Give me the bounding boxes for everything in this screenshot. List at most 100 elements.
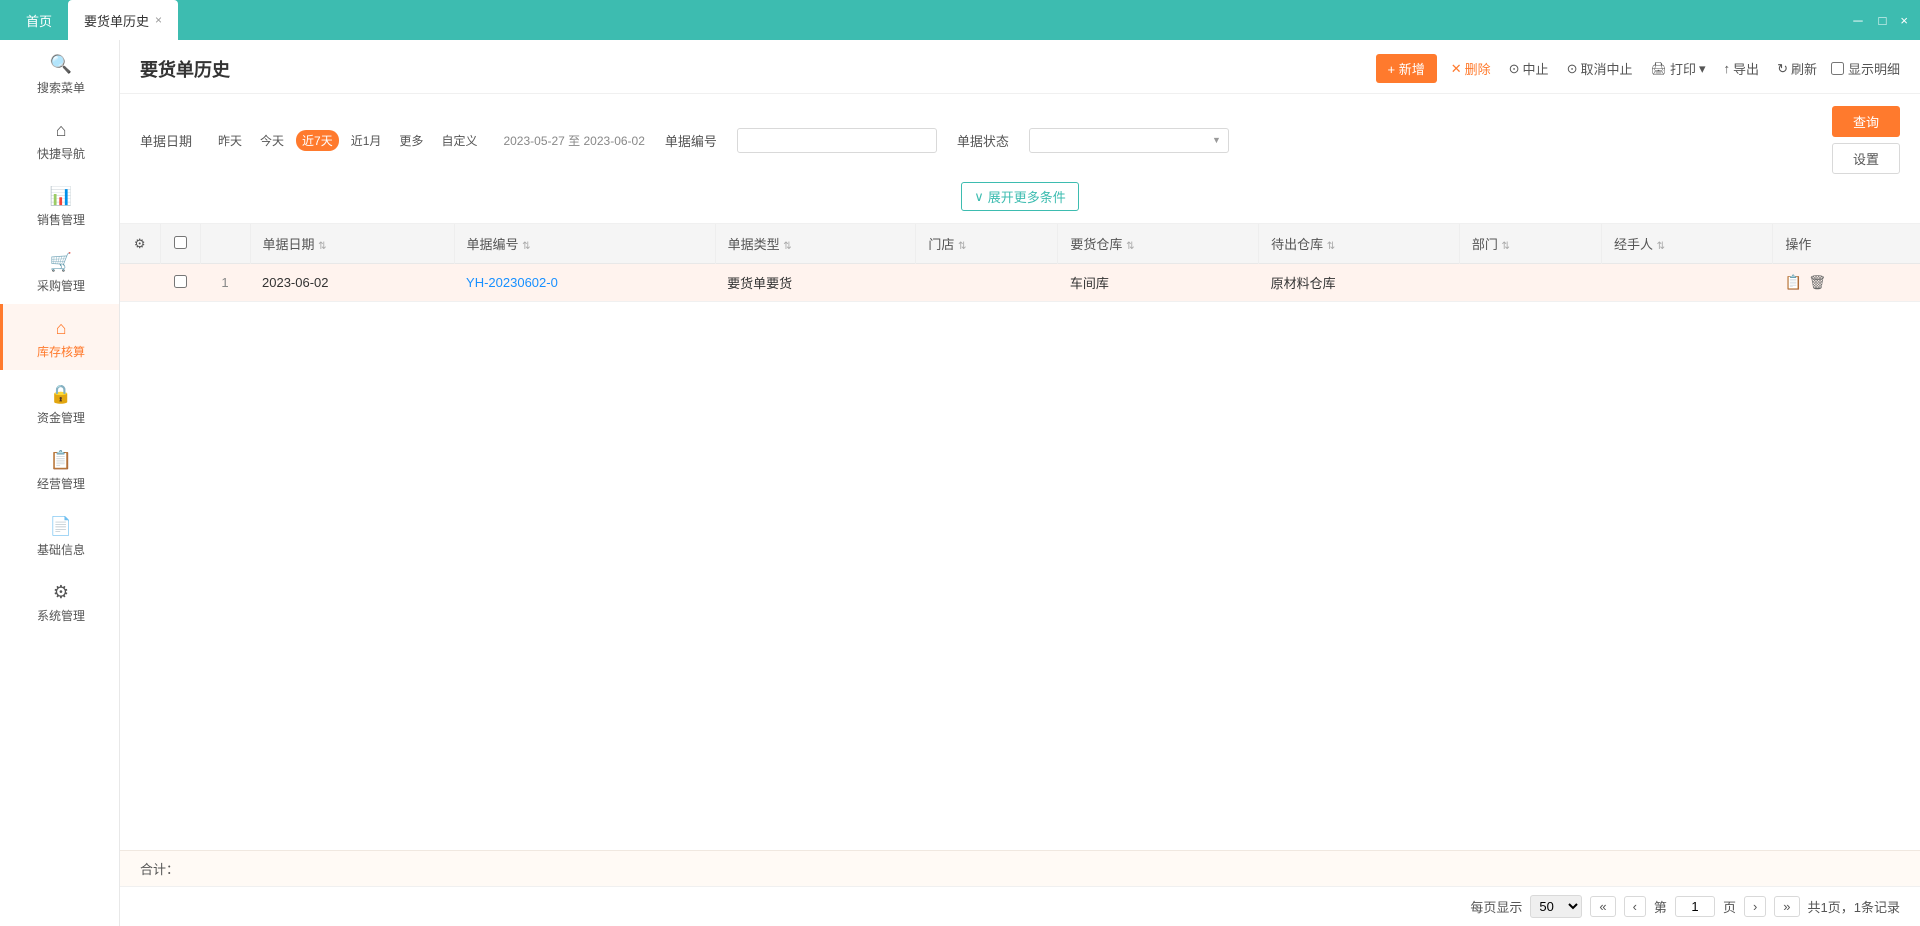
page-label: 第 [1654, 897, 1667, 916]
cancel-stop-icon: ⊙ [1567, 61, 1578, 77]
quick-nav-icon: ⌂ [56, 120, 67, 141]
next-page-button[interactable]: › [1744, 896, 1766, 917]
col-dept[interactable]: 部门 ⇅ [1459, 224, 1601, 264]
row-actions: 📋 🗑 [1773, 264, 1920, 302]
sidebar-item-sales-mgmt-label: 销售管理 [37, 211, 85, 228]
col-doc-no[interactable]: 单据编号 ⇅ [454, 224, 715, 264]
data-table: ⚙ 单据日期 ⇅ 单据编号 ⇅ [120, 224, 1920, 302]
doc-no-label: 单据编号 [665, 131, 717, 150]
col-handler[interactable]: 经手人 ⇅ [1601, 224, 1772, 264]
maximize-icon[interactable]: □ [1879, 13, 1887, 28]
col-req-warehouse[interactable]: 要货仓库 ⇅ [1058, 224, 1259, 264]
sidebar-item-system-mgmt[interactable]: ⚙ 系统管理 [0, 568, 119, 634]
doc-no-link[interactable]: YH-20230602-0 [466, 275, 558, 290]
sidebar-item-basic-info[interactable]: 📄 基础信息 [0, 502, 119, 568]
first-page-button[interactable]: « [1590, 896, 1615, 917]
last-page-button[interactable]: » [1774, 896, 1799, 917]
action-icons: 📋 🗑 [1785, 274, 1908, 291]
doc-no-input[interactable] [737, 128, 937, 153]
display-detail-checkbox-wrapper[interactable]: 显示明细 [1831, 59, 1900, 78]
delete-button[interactable]: ✕ 删除 [1447, 57, 1495, 80]
display-detail-label: 显示明细 [1848, 59, 1900, 78]
stop-button[interactable]: ⊙ 中止 [1505, 57, 1553, 80]
delete-action-icon[interactable]: 🗑 [1808, 274, 1826, 291]
col-wait-warehouse[interactable]: 待出仓库 ⇅ [1259, 224, 1460, 264]
print-button[interactable]: 🖨 打印 ▾ [1646, 57, 1709, 80]
page-unit-label: 页 [1723, 897, 1736, 916]
minimize-icon[interactable]: － [1852, 11, 1865, 30]
date-btn-custom[interactable]: 自定义 [435, 130, 483, 151]
home-tab-label: 首页 [26, 11, 52, 30]
col-checkbox [160, 224, 200, 264]
date-btn-1month[interactable]: 近1月 [345, 130, 388, 151]
top-bar: 首页 要货单历史 × － □ × [0, 0, 1920, 40]
date-btn-7days[interactable]: 近7天 [296, 130, 339, 151]
expand-more-icon: ∨ [974, 189, 984, 205]
sidebar-item-system-mgmt-label: 系统管理 [37, 607, 85, 624]
date-btn-today[interactable]: 今天 [254, 130, 290, 151]
refresh-button[interactable]: ↻ 刷新 [1773, 57, 1821, 80]
sum-label: 合计： [140, 862, 179, 877]
sort-doc-no-icon[interactable]: ⇅ [522, 241, 530, 252]
export-button[interactable]: ↑ 导出 [1720, 57, 1764, 80]
per-page-select[interactable]: 50 100 200 [1530, 895, 1582, 918]
sidebar-item-finance-mgmt[interactable]: 🔒 资金管理 [0, 370, 119, 436]
sort-doc-type-icon[interactable]: ⇅ [783, 241, 791, 252]
sidebar-item-ops-mgmt[interactable]: 📋 经营管理 [0, 436, 119, 502]
expand-more-button[interactable]: ∨ 展开更多条件 [961, 182, 1079, 211]
row-select-checkbox[interactable] [174, 275, 187, 288]
active-tab-label: 要货单历史 [84, 11, 149, 30]
close-window-icon[interactable]: × [1900, 13, 1908, 28]
refresh-icon: ↻ [1777, 61, 1788, 77]
sidebar-item-purchase-mgmt[interactable]: 🛒 采购管理 [0, 238, 119, 304]
page-title: 要货单历史 [140, 56, 230, 82]
col-doc-date[interactable]: 单据日期 ⇅ [250, 224, 454, 264]
sidebar-item-quick-nav[interactable]: ⌂ 快捷导航 [0, 106, 119, 172]
settings-button[interactable]: 设置 [1832, 143, 1900, 174]
top-bar-right: － □ × [1852, 11, 1920, 30]
home-tab[interactable]: 首页 [10, 0, 68, 40]
doc-status-select[interactable] [1029, 128, 1229, 153]
active-tab[interactable]: 要货单历史 × [68, 0, 178, 40]
new-button[interactable]: + 新增 [1376, 54, 1437, 83]
sort-dept-icon[interactable]: ⇅ [1502, 241, 1510, 252]
sales-mgmt-icon: 📊 [50, 186, 72, 207]
print-dropdown-icon[interactable]: ▾ [1699, 61, 1706, 77]
pagination: 每页显示 50 100 200 « ‹ 第 页 › » 共1页，1条记录 [120, 886, 1920, 926]
search-menu-icon: 🔍 [50, 54, 72, 75]
query-button[interactable]: 查询 [1832, 106, 1900, 137]
col-settings[interactable]: ⚙ [120, 224, 160, 264]
total-records-label: 共1页，1条记录 [1808, 897, 1900, 916]
sidebar-item-search-menu[interactable]: 🔍 搜索菜单 [0, 40, 119, 106]
date-range-display: 2023-05-27 至 2023-06-02 [503, 132, 644, 149]
sidebar-item-ops-mgmt-label: 经营管理 [37, 475, 85, 492]
content-area: 要货单历史 + 新增 ✕ 删除 ⊙ 中止 ⊙ 取消中止 🖨 打印 [120, 40, 1920, 926]
sort-wait-warehouse-icon[interactable]: ⇅ [1327, 241, 1335, 252]
export-icon: ↑ [1724, 61, 1731, 76]
col-doc-type[interactable]: 单据类型 ⇅ [715, 224, 916, 264]
sidebar-item-sales-mgmt[interactable]: 📊 销售管理 [0, 172, 119, 238]
sort-store-icon[interactable]: ⇅ [958, 241, 966, 252]
page-input[interactable] [1675, 896, 1715, 917]
doc-date-label: 单据日期 [140, 131, 192, 150]
cancel-stop-button[interactable]: ⊙ 取消中止 [1563, 57, 1637, 80]
display-detail-checkbox[interactable] [1831, 62, 1844, 75]
sort-doc-date-icon[interactable]: ⇅ [318, 241, 326, 252]
toolbar: + 新增 ✕ 删除 ⊙ 中止 ⊙ 取消中止 🖨 打印 ▾ [1376, 54, 1901, 83]
sort-req-warehouse-icon[interactable]: ⇅ [1126, 241, 1134, 252]
sidebar: 🔍 搜索菜单 ⌂ 快捷导航 📊 销售管理 🛒 采购管理 ⌂ 库存核算 🔒 资金管… [0, 40, 120, 926]
page-header: 要货单历史 + 新增 ✕ 删除 ⊙ 中止 ⊙ 取消中止 🖨 打印 [120, 40, 1920, 94]
col-store[interactable]: 门店 ⇅ [916, 224, 1058, 264]
print-icon: 🖨 [1650, 61, 1667, 77]
date-btn-more[interactable]: 更多 [393, 130, 429, 151]
filter-area: 单据日期 昨天 今天 近7天 近1月 更多 自定义 2023-05-27 至 2… [120, 94, 1920, 224]
date-btn-yesterday[interactable]: 昨天 [212, 130, 248, 151]
row-num: 1 [200, 264, 250, 302]
table-footer: 合计： [120, 850, 1920, 886]
edit-action-icon[interactable]: 📋 [1785, 274, 1802, 291]
sort-handler-icon[interactable]: ⇅ [1657, 241, 1665, 252]
select-all-checkbox[interactable] [174, 236, 187, 249]
close-tab-icon[interactable]: × [155, 13, 162, 27]
prev-page-button[interactable]: ‹ [1624, 896, 1646, 917]
sidebar-item-inventory[interactable]: ⌂ 库存核算 [0, 304, 119, 370]
